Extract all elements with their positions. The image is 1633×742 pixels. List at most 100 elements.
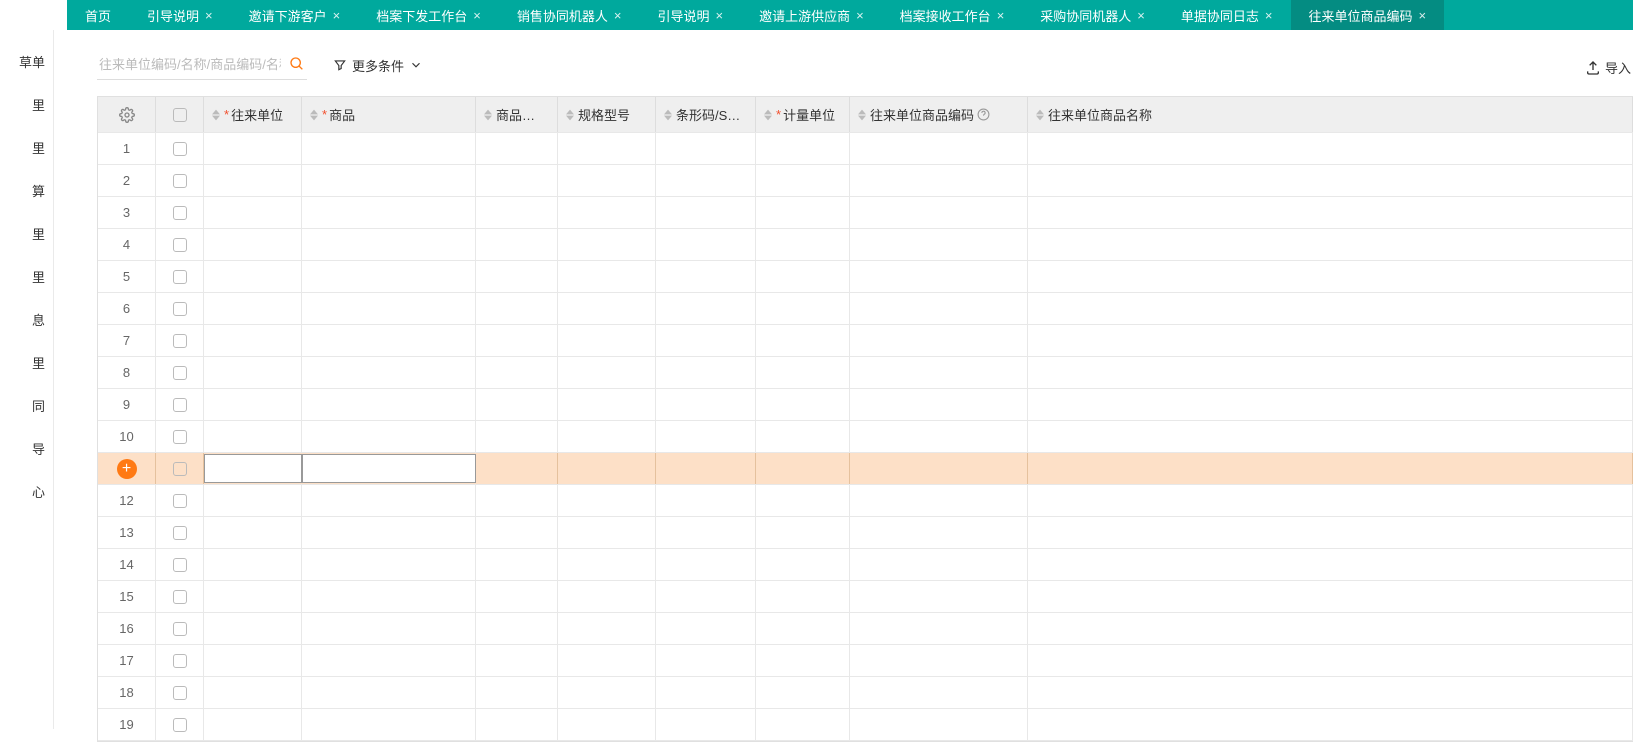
table-row[interactable]: 6: [98, 293, 1633, 325]
table-cell[interactable]: [204, 549, 302, 580]
checkbox[interactable]: [173, 526, 187, 540]
close-icon[interactable]: ×: [997, 8, 1005, 23]
column-header-spec[interactable]: 规格型号: [558, 97, 656, 132]
column-select-all[interactable]: [156, 97, 204, 132]
table-row[interactable]: 9: [98, 389, 1633, 421]
table-row[interactable]: 12: [98, 485, 1633, 517]
table-cell[interactable]: [1028, 165, 1633, 196]
sidebar-item[interactable]: 心: [0, 470, 53, 513]
sidebar-item[interactable]: [0, 513, 53, 537]
table-cell[interactable]: [756, 581, 850, 612]
table-row[interactable]: 17: [98, 645, 1633, 677]
table-cell[interactable]: [1028, 197, 1633, 228]
table-cell[interactable]: [756, 229, 850, 260]
table-cell[interactable]: [850, 389, 1028, 420]
checkbox[interactable]: [173, 590, 187, 604]
table-cell[interactable]: [476, 229, 558, 260]
table-cell[interactable]: [850, 229, 1028, 260]
table-cell[interactable]: [850, 421, 1028, 452]
table-cell[interactable]: [1028, 325, 1633, 356]
checkbox[interactable]: [173, 302, 187, 316]
table-cell[interactable]: [656, 293, 756, 324]
table-cell[interactable]: [1028, 357, 1633, 388]
table-cell[interactable]: [558, 549, 656, 580]
sidebar-item[interactable]: 里: [0, 126, 53, 169]
table-cell[interactable]: [656, 133, 756, 164]
table-cell[interactable]: [558, 453, 656, 484]
checkbox[interactable]: [173, 494, 187, 508]
checkbox[interactable]: [173, 334, 187, 348]
table-cell[interactable]: [850, 357, 1028, 388]
table-cell[interactable]: [476, 261, 558, 292]
table-cell[interactable]: [204, 229, 302, 260]
table-cell[interactable]: [1028, 261, 1633, 292]
checkbox[interactable]: [173, 430, 187, 444]
table-cell[interactable]: [558, 261, 656, 292]
close-icon[interactable]: ×: [715, 8, 723, 23]
table-cell[interactable]: [756, 261, 850, 292]
table-cell[interactable]: [476, 453, 558, 484]
tab[interactable]: 档案接收工作台×: [882, 0, 1023, 30]
close-icon[interactable]: ×: [614, 8, 622, 23]
table-cell[interactable]: [558, 165, 656, 196]
table-cell[interactable]: [302, 645, 476, 676]
table-cell[interactable]: [756, 165, 850, 196]
table-cell[interactable]: [302, 517, 476, 548]
column-settings[interactable]: [98, 97, 156, 132]
table-cell[interactable]: [1028, 133, 1633, 164]
table-cell[interactable]: [558, 133, 656, 164]
tab[interactable]: 邀请上游供应商×: [741, 0, 882, 30]
sidebar-item[interactable]: 里: [0, 83, 53, 126]
table-cell[interactable]: [656, 485, 756, 516]
table-cell[interactable]: [756, 357, 850, 388]
table-cell[interactable]: [302, 485, 476, 516]
table-cell[interactable]: [850, 453, 1028, 484]
table-cell[interactable]: [302, 197, 476, 228]
table-cell[interactable]: [850, 165, 1028, 196]
table-cell[interactable]: [656, 709, 756, 740]
tab[interactable]: 引导说明×: [129, 0, 231, 30]
table-cell[interactable]: [656, 165, 756, 196]
table-cell[interactable]: [204, 165, 302, 196]
table-cell[interactable]: [1028, 421, 1633, 452]
table-cell[interactable]: [302, 165, 476, 196]
table-cell[interactable]: [756, 325, 850, 356]
checkbox[interactable]: [173, 174, 187, 188]
checkbox[interactable]: [173, 270, 187, 284]
table-cell[interactable]: [302, 293, 476, 324]
table-cell[interactable]: [1028, 229, 1633, 260]
table-row[interactable]: 13: [98, 517, 1633, 549]
table-cell[interactable]: [558, 645, 656, 676]
sidebar-item[interactable]: 里: [0, 212, 53, 255]
table-cell[interactable]: [558, 677, 656, 708]
table-cell[interactable]: [1028, 517, 1633, 548]
table-cell[interactable]: [1028, 581, 1633, 612]
search-input[interactable]: [97, 50, 307, 80]
table-cell[interactable]: [476, 357, 558, 388]
table-row[interactable]: 18: [98, 677, 1633, 709]
table-cell[interactable]: [1028, 677, 1633, 708]
table-row[interactable]: 19: [98, 709, 1633, 741]
close-icon[interactable]: ×: [856, 8, 864, 23]
table-cell[interactable]: [302, 421, 476, 452]
table-cell[interactable]: [656, 421, 756, 452]
table-cell[interactable]: [476, 133, 558, 164]
table-cell[interactable]: [558, 613, 656, 644]
table-cell[interactable]: [302, 581, 476, 612]
table-row[interactable]: 16: [98, 613, 1633, 645]
tab[interactable]: 档案下发工作台×: [358, 0, 499, 30]
sidebar-item[interactable]: 息: [0, 298, 53, 341]
sidebar-item[interactable]: 里: [0, 341, 53, 384]
table-cell[interactable]: [558, 389, 656, 420]
table-cell[interactable]: [302, 389, 476, 420]
checkbox[interactable]: [173, 718, 187, 732]
table-cell[interactable]: [476, 485, 558, 516]
table-cell[interactable]: [204, 421, 302, 452]
checkbox[interactable]: [173, 238, 187, 252]
export-button[interactable]: 导入: [1585, 58, 1633, 77]
search-icon[interactable]: [289, 56, 305, 72]
table-cell[interactable]: [476, 613, 558, 644]
table-cell[interactable]: [756, 517, 850, 548]
sidebar-item[interactable]: 算: [0, 169, 53, 212]
table-cell[interactable]: [476, 293, 558, 324]
